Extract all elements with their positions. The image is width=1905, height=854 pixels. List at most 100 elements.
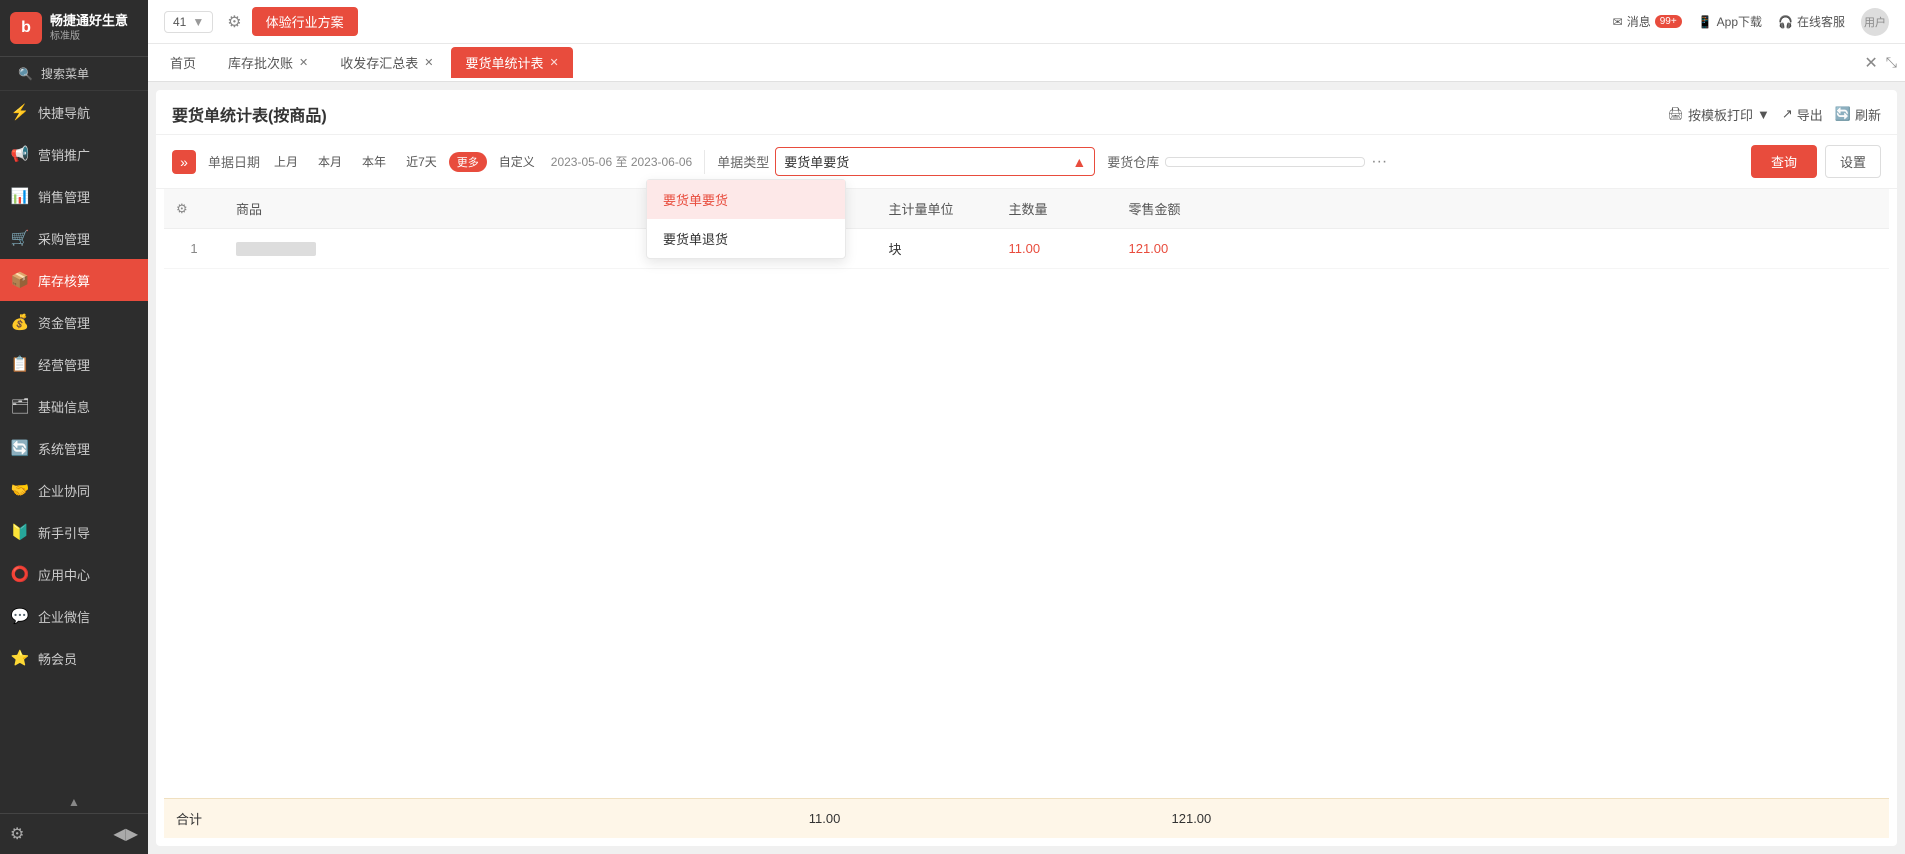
more-filters-button[interactable]: ··· xyxy=(1371,153,1387,171)
settings-bottom-icon[interactable]: ⚙ xyxy=(10,824,24,844)
footer-total-amount: 121.00 xyxy=(1162,811,1525,826)
dropdown-item-purchase-order[interactable]: 要货单要货 xyxy=(647,180,845,219)
footer-total-label: 合计 xyxy=(176,809,529,828)
inner-page-header: 要货单统计表(按商品) 🖨 按模板打印 ▼ ↗ 导出 🔄 刷新 xyxy=(156,90,1897,135)
sidebar-item-purchase[interactable]: 🛒 采购管理 xyxy=(0,217,148,259)
th-qty: 主数量 xyxy=(997,189,1117,229)
sidebar-item-basic-info[interactable]: 🗂 基础信息 xyxy=(0,385,148,427)
cell-unit: 块 xyxy=(877,229,997,269)
sidebar-item-finance[interactable]: 💰 资金管理 xyxy=(0,301,148,343)
user-avatar[interactable]: 用户 xyxy=(1861,8,1889,36)
date-opt-custom[interactable]: 自定义 xyxy=(491,150,543,173)
type-dropdown-menu: 要货单要货 要货单退货 xyxy=(646,179,846,259)
enterprise-icon: 🤝 xyxy=(10,480,30,500)
sidebar-logo[interactable]: b 畅捷通好生意 标准版 xyxy=(0,0,148,57)
message-icon: ✉ xyxy=(1613,15,1623,29)
message-button[interactable]: ✉ 消息 99+ xyxy=(1613,13,1682,30)
print-arrow-icon: ▼ xyxy=(1757,107,1770,122)
sidebar-bottom: ⚙ ◀▶ xyxy=(0,813,148,854)
sidebar-item-enterprise[interactable]: 🤝 企业协同 xyxy=(0,469,148,511)
sidebar-item-quick-nav[interactable]: ⚡ 快捷导航 xyxy=(0,91,148,133)
warehouse-select-input[interactable] xyxy=(1165,157,1365,167)
data-table: ⚙ 商品 主计量单位 主数量 零 xyxy=(164,189,1889,269)
column-settings-icon[interactable]: ⚙ xyxy=(176,201,188,216)
search-icon: 🔍 xyxy=(18,67,33,81)
sales-icon: 📊 xyxy=(10,186,30,206)
date-opt-7days[interactable]: 近7天 xyxy=(398,150,445,173)
tab-home[interactable]: 首页 xyxy=(156,47,210,78)
sidebar-item-sales[interactable]: 📊 销售管理 xyxy=(0,175,148,217)
sidebar-item-app-center[interactable]: ⭕ 应用中心 xyxy=(0,553,148,595)
filter-expand-toggle[interactable]: » xyxy=(172,150,196,174)
app-center-icon: ⭕ xyxy=(10,564,30,584)
date-opt-this-month[interactable]: 本月 xyxy=(310,150,350,173)
table-footer: 合计 11.00 121.00 xyxy=(164,798,1889,838)
page-title: 要货单统计表(按商品) xyxy=(172,102,327,126)
close-tab-inventory[interactable]: ✕ xyxy=(299,56,308,69)
refresh-icon: 🔄 xyxy=(1835,106,1851,122)
date-opt-more[interactable]: 更多 xyxy=(449,152,487,172)
tab-inventory-batch[interactable]: 库存批次账 ✕ xyxy=(214,47,322,78)
header-right: ✉ 消息 99+ 📱 App下载 🎧 在线客服 用户 xyxy=(1613,8,1889,36)
sidebar-item-operations[interactable]: 📋 经营管理 xyxy=(0,343,148,385)
date-range-text: 2023-05-06 至 2023-06-06 xyxy=(551,153,692,170)
online-service-button[interactable]: 🎧 在线客服 xyxy=(1778,13,1845,30)
filter-bar: » 单据日期 上月 本月 本年 近7天 更多 自定义 2023-05-06 至 … xyxy=(156,135,1897,189)
scroll-up-arrow[interactable]: ▲ xyxy=(68,795,80,809)
type-filter-group: 单据类型 要货单要货 ▲ xyxy=(717,147,1095,176)
sale-amount-link[interactable]: 121.00 xyxy=(1129,241,1169,256)
store-selector[interactable]: 41 ▼ xyxy=(164,11,213,33)
type-filter-label: 单据类型 xyxy=(717,152,769,171)
query-button[interactable]: 查询 xyxy=(1751,145,1817,178)
cell-sale-amount: 121.00 xyxy=(1117,229,1237,269)
refresh-button[interactable]: 🔄 刷新 xyxy=(1835,105,1881,124)
cell-qty: 11.00 xyxy=(997,229,1117,269)
th-settings[interactable]: ⚙ xyxy=(164,189,224,229)
sidebar-item-guide[interactable]: 🔰 新手引导 xyxy=(0,511,148,553)
close-tab-order-stats[interactable]: ✕ xyxy=(550,56,559,69)
marketing-icon: 📢 xyxy=(10,144,30,164)
tab-order-stats[interactable]: 要货单统计表 ✕ xyxy=(451,47,572,78)
type-select-dropdown[interactable]: 要货单要货 ▲ xyxy=(775,147,1095,176)
sidebar-item-wechat[interactable]: 💬 企业微信 xyxy=(0,595,148,637)
cell-empty xyxy=(1237,229,1890,269)
dropdown-item-purchase-return[interactable]: 要货单退货 xyxy=(647,219,845,258)
type-select-value: 要货单要货 xyxy=(784,152,1072,171)
expand-icon: » xyxy=(180,154,188,170)
export-button[interactable]: ↗ 导出 xyxy=(1782,105,1823,124)
page-header-actions: 🖨 按模板打印 ▼ ↗ 导出 🔄 刷新 xyxy=(1667,105,1881,124)
table-header-row: ⚙ 商品 主计量单位 主数量 零 xyxy=(164,189,1889,229)
purchase-icon: 🛒 xyxy=(10,228,30,248)
sidebar-item-system[interactable]: 🔄 系统管理 xyxy=(0,427,148,469)
date-filter-label: 单据日期 xyxy=(208,152,260,171)
expand-tabs-button[interactable]: ⤡ xyxy=(1886,54,1897,71)
trial-button[interactable]: 体验行业方案 xyxy=(252,7,358,36)
filter-divider xyxy=(704,150,705,174)
type-select-arrow-icon: ▲ xyxy=(1072,154,1086,170)
qty-link[interactable]: 11.00 xyxy=(1009,241,1041,256)
footer-total-qty: 11.00 xyxy=(529,811,1162,826)
main-area: 41 ▼ ⚙ 体验行业方案 ✉ 消息 99+ 📱 App下载 🎧 在线客服 用户 xyxy=(148,0,1905,854)
phone-icon: 📱 xyxy=(1698,15,1713,29)
sidebar-item-marketing[interactable]: 📢 营销推广 xyxy=(0,133,148,175)
warehouse-filter-group: 要货仓库 ··· xyxy=(1107,152,1387,171)
header-settings-icon[interactable]: ⚙ xyxy=(227,12,241,32)
sidebar-item-member[interactable]: ⭐ 畅会员 xyxy=(0,637,148,679)
chevron-down-icon: ▼ xyxy=(192,15,204,29)
th-empty xyxy=(1237,189,1890,229)
date-opt-this-year[interactable]: 本年 xyxy=(354,150,394,173)
tab-receipts-summary[interactable]: 收发存汇总表 ✕ xyxy=(326,47,447,78)
close-tab-receipts[interactable]: ✕ xyxy=(424,56,433,69)
collapse-icon[interactable]: ◀▶ xyxy=(113,824,138,844)
tabs-bar: 首页 库存批次账 ✕ 收发存汇总表 ✕ 要货单统计表 ✕ ✕ ⤡ xyxy=(148,44,1905,82)
sidebar-search[interactable]: 🔍 搜索菜单 xyxy=(0,57,148,91)
sidebar-item-inventory[interactable]: 📦 库存核算 xyxy=(0,259,148,301)
wechat-icon: 💬 xyxy=(10,606,30,626)
print-button[interactable]: 🖨 按模板打印 ▼ xyxy=(1667,105,1769,124)
date-opt-last-month[interactable]: 上月 xyxy=(266,150,306,173)
settings-button[interactable]: 设置 xyxy=(1825,145,1881,178)
app-logo-icon: b xyxy=(10,12,42,44)
close-all-tabs-button[interactable]: ✕ xyxy=(1864,53,1877,73)
app-download-button[interactable]: 📱 App下载 xyxy=(1698,13,1762,30)
basic-info-icon: 🗂 xyxy=(10,396,30,416)
